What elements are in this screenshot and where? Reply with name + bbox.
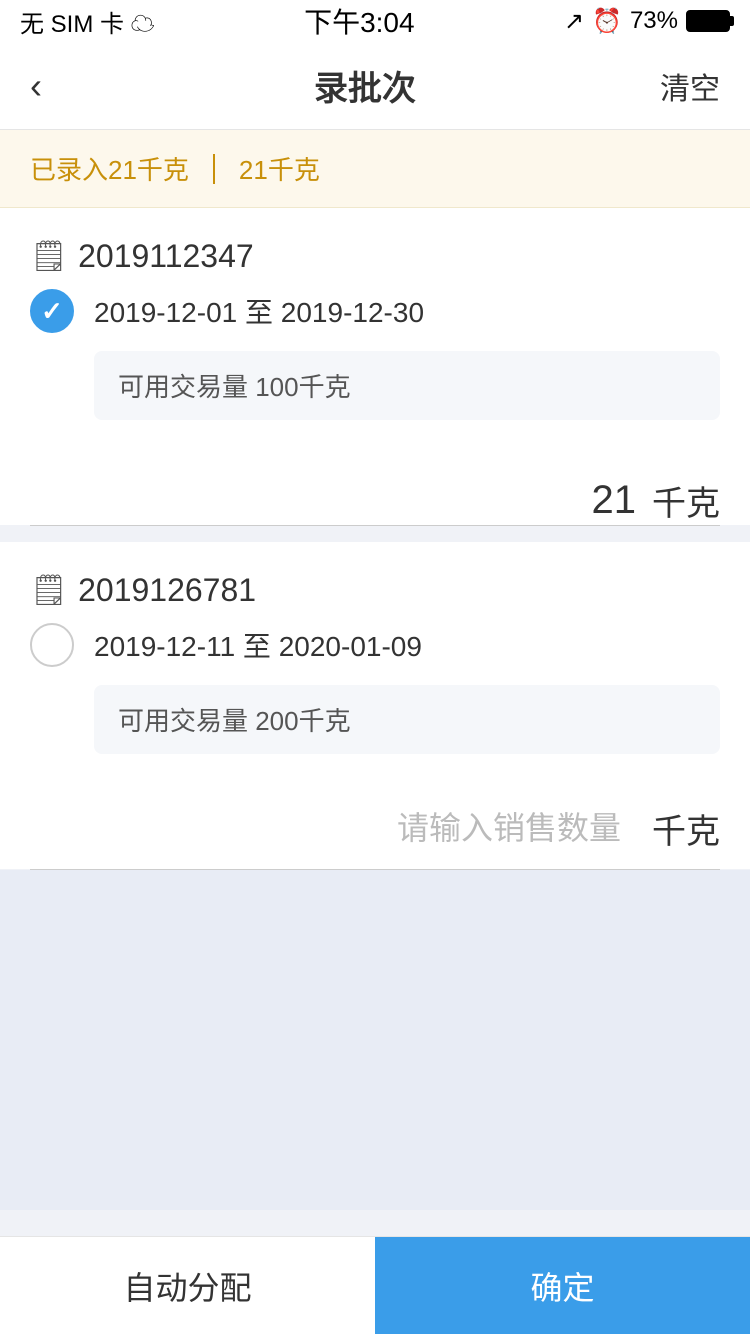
auto-assign-button[interactable]: 自动分配 [0, 1237, 375, 1334]
batch2-date-row[interactable]: 2019-12-11 至 2020-01-09 [30, 623, 720, 667]
batch1-availability: 可用交易量 100千克 [94, 351, 720, 420]
batch1-date-row[interactable]: 2019-12-01 至 2019-12-30 [30, 289, 720, 333]
main-content: 已录入21千克 21千克 🗒 2019112347 2019-12-01 至 2… [0, 130, 750, 1308]
battery-icon [686, 10, 730, 32]
batch2-quantity-input[interactable] [30, 810, 636, 847]
batch1-quantity-row: 21 千克 [0, 460, 750, 525]
status-bar: 无 SIM 卡 ☁ 下午3:04 ↗ ⏰ 73% [0, 0, 750, 42]
sim-status: 无 SIM 卡 ☁ [20, 4, 155, 39]
summary-bar: 已录入21千克 21千克 [0, 130, 750, 208]
batch2-id: 2019126781 [78, 572, 256, 609]
batch2-quantity-input-row[interactable]: 千克 [0, 794, 750, 869]
status-left: 无 SIM 卡 ☁ [20, 4, 155, 39]
summary-divider [213, 154, 215, 184]
alarm-icon: ⏰ [592, 7, 622, 36]
page-title: 录批次 [314, 61, 416, 110]
batch2-date-range: 2019-12-11 至 2020-01-09 [94, 625, 422, 665]
battery-percent: 73% [630, 7, 678, 35]
clear-button[interactable]: 清空 [640, 64, 720, 108]
location-icon: ↗ [564, 7, 584, 36]
status-right: ↗ ⏰ 73% [564, 7, 730, 36]
status-time: 下午3:04 [304, 1, 415, 41]
batch1-radio[interactable] [30, 289, 74, 333]
card-separator-1 [0, 526, 750, 542]
nav-bar: ‹ 录批次 清空 [0, 42, 750, 130]
bottom-empty-area [0, 870, 750, 1210]
batch1-date-range: 2019-12-01 至 2019-12-30 [94, 291, 424, 331]
footer: 自动分配 确定 [0, 1236, 750, 1334]
batch1-quantity-value: 21 [592, 478, 637, 523]
batch2-availability: 可用交易量 200千克 [94, 685, 720, 754]
back-button[interactable]: ‹ [30, 65, 90, 107]
confirm-button[interactable]: 确定 [375, 1237, 750, 1334]
batch2-quantity-unit: 千克 [652, 804, 720, 853]
total-amount: 21千克 [239, 150, 320, 187]
batch1-card: 🗒 2019112347 2019-12-01 至 2019-12-30 可用交… [0, 208, 750, 460]
batch2-id-row: 🗒 2019126781 [30, 572, 720, 609]
batch1-id-row: 🗒 2019112347 [30, 238, 720, 275]
batch2-radio[interactable] [30, 623, 74, 667]
entered-amount: 已录入21千克 [30, 150, 189, 187]
batch1-id: 2019112347 [78, 238, 254, 275]
batch1-icon: 🗒 [30, 239, 68, 274]
batch2-icon: 🗒 [30, 573, 68, 608]
batch2-card: 🗒 2019126781 2019-12-11 至 2020-01-09 可用交… [0, 542, 750, 794]
batch1-quantity-unit: 千克 [652, 476, 720, 525]
